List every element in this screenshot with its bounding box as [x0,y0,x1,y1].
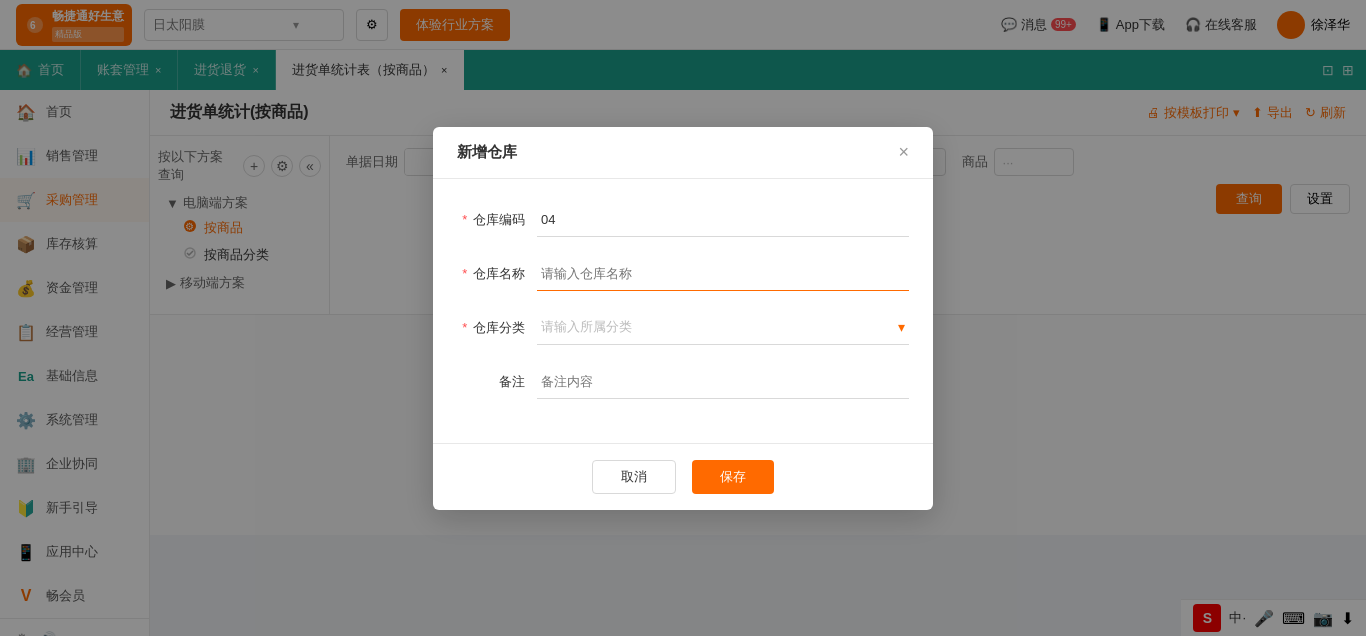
warehouse-category-label: * 仓库分类 [457,319,537,337]
warehouse-code-label: * 仓库编码 [457,211,537,229]
add-warehouse-modal: 新增仓库 × * 仓库编码 * 仓库名称 [433,127,933,510]
warehouse-note-input[interactable] [537,365,909,399]
warehouse-note-field: 备注 [457,365,909,399]
cancel-button[interactable]: 取消 [592,460,676,494]
warehouse-name-input[interactable] [537,257,909,291]
warehouse-name-label: * 仓库名称 [457,265,537,283]
category-placeholder: 请输入所属分类 [541,318,632,336]
required-star-3: * [462,320,467,335]
modal-footer: 取消 保存 [433,443,933,510]
warehouse-code-field: * 仓库编码 [457,203,909,237]
modal-close-button[interactable]: × [898,143,909,161]
save-button[interactable]: 保存 [692,460,774,494]
warehouse-category-field: * 仓库分类 请输入所属分类 ▾ [457,311,909,345]
required-star-2: * [462,266,467,281]
modal-header: 新增仓库 × [433,127,933,179]
warehouse-note-label: 备注 [457,373,537,391]
modal-overlay: 新增仓库 × * 仓库编码 * 仓库名称 [0,0,1366,636]
required-star-1: * [462,212,467,227]
modal-title: 新增仓库 [457,143,517,162]
modal-body: * 仓库编码 * 仓库名称 * 仓库分类 请输入 [433,179,933,443]
warehouse-code-input[interactable] [537,203,909,237]
warehouse-name-field: * 仓库名称 [457,257,909,291]
category-arrow-icon: ▾ [898,319,905,335]
warehouse-category-select[interactable]: 请输入所属分类 ▾ [537,311,909,345]
